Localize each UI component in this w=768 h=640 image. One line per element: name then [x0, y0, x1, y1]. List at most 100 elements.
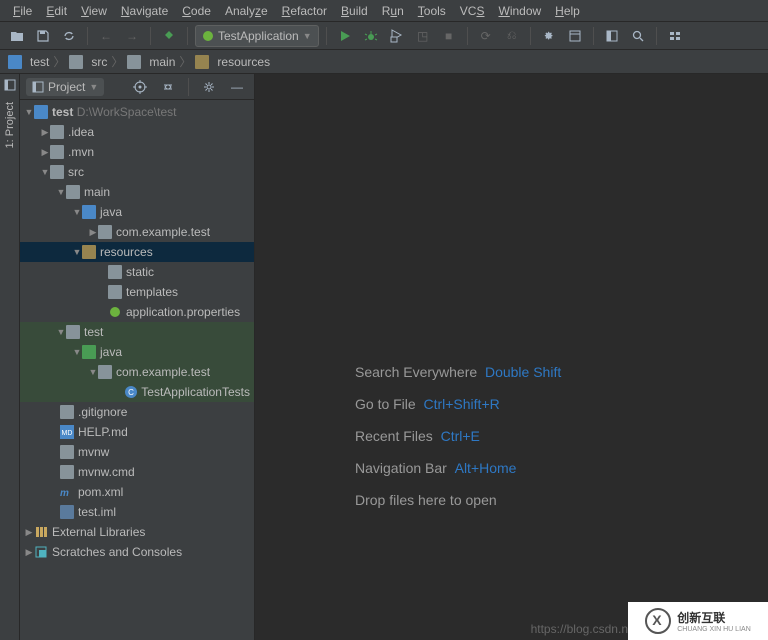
panel-title-label: Project [48, 80, 85, 94]
project-tree[interactable]: test D:\WorkSpace\test .idea .mvn src ma… [20, 100, 254, 640]
brand-logo-icon [645, 608, 671, 634]
spring-leaf-icon [108, 305, 122, 319]
menu-run[interactable]: Run [375, 1, 411, 21]
menu-window[interactable]: Window [491, 1, 548, 21]
back-icon[interactable]: ← [95, 25, 117, 47]
menu-bar: File Edit View Navigate Code Analyze Ref… [0, 0, 768, 22]
hint-label: Go to File [355, 396, 416, 412]
menu-edit[interactable]: Edit [39, 1, 74, 21]
tree-node[interactable]: main [20, 182, 254, 202]
chevron-down-icon: ▼ [303, 31, 312, 41]
tree-node[interactable]: test.iml [20, 502, 254, 522]
md-icon: MD [60, 425, 74, 439]
tree-node[interactable]: .idea [20, 122, 254, 142]
tree-node[interactable]: mvnw [20, 442, 254, 462]
menu-vcs[interactable]: VCS [453, 1, 492, 21]
update-icon[interactable]: ⟳ [475, 25, 497, 47]
tree-node[interactable]: CTestApplicationTests [20, 382, 254, 402]
tree-node[interactable]: com.example.test [20, 362, 254, 382]
tree-node[interactable]: mvnw.cmd [20, 462, 254, 482]
spring-icon [202, 30, 214, 42]
hint-label: Navigation Bar [355, 460, 447, 476]
structure-icon[interactable] [564, 25, 586, 47]
save-icon[interactable] [32, 25, 54, 47]
gear-icon[interactable] [198, 76, 220, 98]
menu-file[interactable]: File [6, 1, 39, 21]
tree-node[interactable]: static [20, 262, 254, 282]
locate-icon[interactable] [129, 76, 151, 98]
tree-node-selected[interactable]: resources [20, 242, 254, 262]
crumb-sep-icon: 〉 [179, 53, 191, 70]
project-tool-icon[interactable] [3, 78, 17, 92]
tree-node[interactable]: test [20, 322, 254, 342]
scratch-icon [34, 545, 48, 559]
menu-build[interactable]: Build [334, 1, 375, 21]
svg-text:MD: MD [62, 430, 73, 437]
run-icon[interactable] [334, 25, 356, 47]
breadcrumb-item[interactable]: main [127, 55, 175, 69]
tree-node[interactable]: templates [20, 282, 254, 302]
vcs-icon[interactable]: ⎌ [501, 25, 523, 47]
hint-label: Search Everywhere [355, 364, 477, 380]
hide-icon[interactable]: — [226, 76, 248, 98]
menu-analyze[interactable]: Analyze [218, 1, 275, 21]
collapse-icon[interactable] [157, 76, 179, 98]
menu-code[interactable]: Code [175, 1, 218, 21]
brand-text: 创新互联 [677, 609, 751, 626]
panel-view-dropdown[interactable]: Project ▼ [26, 78, 104, 96]
library-icon [34, 525, 48, 539]
tree-node[interactable]: .mvn [20, 142, 254, 162]
brand-subtext: CHUANG XIN HU LIAN [677, 626, 751, 633]
hint-shortcut: Ctrl+Shift+R [423, 396, 499, 412]
more-icon[interactable] [664, 25, 686, 47]
svg-text:C: C [128, 388, 134, 397]
stop-icon[interactable]: ■ [438, 25, 460, 47]
debug-icon[interactable] [360, 25, 382, 47]
hint-shortcut: Ctrl+E [441, 428, 480, 444]
breadcrumb-item[interactable]: test [8, 55, 49, 69]
run-configuration-dropdown[interactable]: TestApplication ▼ [195, 25, 319, 47]
tree-root[interactable]: test D:\WorkSpace\test [20, 102, 254, 122]
breadcrumb-item[interactable]: resources [195, 55, 270, 69]
tree-node[interactable]: MDHELP.md [20, 422, 254, 442]
java-class-icon: C [124, 385, 138, 399]
panel-header: Project ▼ — [20, 74, 254, 100]
project-panel: Project ▼ — test D:\WorkSpace\test .idea… [20, 74, 255, 640]
tree-node[interactable]: application.properties [20, 302, 254, 322]
menu-view[interactable]: View [74, 1, 114, 21]
profile-icon[interactable]: ◳ [412, 25, 434, 47]
forward-icon[interactable]: → [121, 25, 143, 47]
settings-icon[interactable] [538, 25, 560, 47]
menu-tools[interactable]: Tools [411, 1, 453, 21]
tree-node[interactable]: mpom.xml [20, 482, 254, 502]
panel-icon [32, 81, 44, 93]
search-icon[interactable] [627, 25, 649, 47]
tree-node[interactable]: .gitignore [20, 402, 254, 422]
menu-navigate[interactable]: Navigate [114, 1, 175, 21]
tree-external-libs[interactable]: External Libraries [20, 522, 254, 542]
coverage-icon[interactable] [386, 25, 408, 47]
hint-label: Drop files here to open [355, 492, 497, 508]
tree-node[interactable]: java [20, 342, 254, 362]
tree-node[interactable]: com.example.test [20, 222, 254, 242]
tree-scratches[interactable]: Scratches and Consoles [20, 542, 254, 562]
watermark-url: https://blog.csdn.n [531, 622, 628, 636]
tree-node[interactable]: java [20, 202, 254, 222]
crumb-sep-icon: 〉 [53, 53, 65, 70]
breadcrumb: test 〉 src 〉 main 〉 resources [0, 50, 768, 74]
tool-window-stripe: 1: Project [0, 74, 20, 640]
menu-help[interactable]: Help [548, 1, 587, 21]
menu-refactor[interactable]: Refactor [275, 1, 334, 21]
layout-icon[interactable] [601, 25, 623, 47]
hint-label: Recent Files [355, 428, 433, 444]
build-icon[interactable] [158, 25, 180, 47]
editor-area[interactable]: Search Everywhere Double Shift Go to Fil… [255, 74, 768, 640]
crumb-sep-icon: 〉 [111, 53, 123, 70]
tree-node[interactable]: src [20, 162, 254, 182]
sync-icon[interactable] [58, 25, 80, 47]
open-icon[interactable] [6, 25, 28, 47]
breadcrumb-item[interactable]: src [69, 55, 107, 69]
tool-tab-project[interactable]: 1: Project [4, 98, 16, 152]
brand-watermark: 创新互联 CHUANG XIN HU LIAN [628, 602, 768, 640]
run-configuration-label: TestApplication [218, 29, 299, 43]
